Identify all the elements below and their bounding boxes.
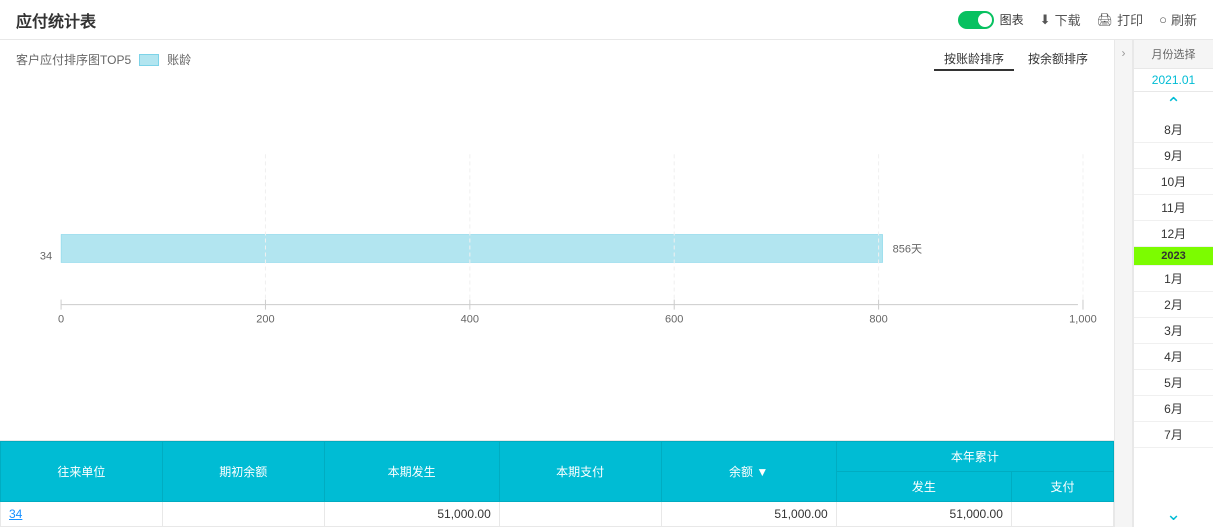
print-button[interactable]: 🖨 打印 <box>1097 10 1144 29</box>
svg-text:0: 0 <box>58 314 64 326</box>
chart-section: 客户应付排序图TOP5 账龄 按账龄排序 按余额排序 34 856天 <box>0 40 1114 527</box>
print-label: 打印 <box>1117 10 1143 29</box>
month-sidebar: 月份选择 ⌃ 8月 9月 10月 11月 12月 2023 1月 2月 3月 4… <box>1133 40 1213 527</box>
scroll-down-button[interactable]: ⌄ <box>1134 502 1213 527</box>
td-current-payment <box>499 502 661 527</box>
table-section: 往来单位 期初余额 本期发生 本期支付 余额 ▼ 本年累计 发生 支付 <box>0 440 1114 527</box>
sort-by-balance-button[interactable]: 按账龄排序 <box>934 48 1014 71</box>
month-item-10[interactable]: 10月 <box>1134 169 1213 195</box>
month-item-11[interactable]: 11月 <box>1134 195 1213 221</box>
td-current-occurrence: 51,000.00 <box>324 502 499 527</box>
legend-box-label: 账龄 <box>167 51 191 68</box>
download-button[interactable]: ⬇ 下载 <box>1040 10 1081 29</box>
table-row: 34 51,000.00 51,000.00 51,000.00 <box>1 502 1114 527</box>
chart-toggle[interactable]: 图表 <box>958 11 1024 29</box>
bar-chart: 34 856天 0 200 400 600 <box>16 87 1098 432</box>
scroll-up-button[interactable]: ⌃ <box>1134 92 1213 117</box>
month-item-4[interactable]: 4月 <box>1134 344 1213 370</box>
svg-text:800: 800 <box>869 314 887 326</box>
td-vendor: 34 <box>1 502 163 527</box>
th-current-occurrence: 本期发生 <box>324 442 499 502</box>
th-ytd-occurrence: 发生 <box>836 472 1011 502</box>
td-ytd-occurrence: 51,000.00 <box>836 502 1011 527</box>
month-item-6[interactable]: 6月 <box>1134 396 1213 422</box>
page-title: 应付统计表 <box>16 8 96 32</box>
refresh-label: 刷新 <box>1171 10 1197 29</box>
month-list: 8月 9月 10月 11月 12月 2023 1月 2月 3月 4月 5月 6月… <box>1134 117 1213 502</box>
refresh-button[interactable]: ○ 刷新 <box>1159 10 1197 29</box>
data-table: 往来单位 期初余额 本期发生 本期支付 余额 ▼ 本年累计 发生 支付 <box>0 441 1114 527</box>
download-label: 下载 <box>1055 10 1081 29</box>
print-icon: 🖨 <box>1097 12 1114 28</box>
legend-title: 客户应付排序图TOP5 <box>16 51 131 68</box>
svg-text:34: 34 <box>40 251 52 263</box>
vendor-link[interactable]: 34 <box>9 507 22 521</box>
svg-text:856天: 856天 <box>893 243 922 255</box>
svg-text:200: 200 <box>256 314 274 326</box>
chart-header: 客户应付排序图TOP5 账龄 按账龄排序 按余额排序 <box>0 40 1114 79</box>
svg-text:1,000: 1,000 <box>1069 314 1097 326</box>
toggle-track[interactable] <box>958 11 994 29</box>
arrow-right-icon: › <box>1122 46 1126 60</box>
month-item-3[interactable]: 3月 <box>1134 318 1213 344</box>
chart-legend: 客户应付排序图TOP5 账龄 <box>16 51 191 68</box>
toggle-knob <box>978 13 992 27</box>
chart-area: 34 856天 0 200 400 600 <box>0 79 1114 440</box>
th-opening-balance: 期初余额 <box>162 442 324 502</box>
month-item-9[interactable]: 9月 <box>1134 143 1213 169</box>
year-marker-2023[interactable]: 2023 <box>1134 247 1213 266</box>
table-header-row-1: 往来单位 期初余额 本期发生 本期支付 余额 ▼ 本年累计 <box>1 442 1114 472</box>
month-item-8[interactable]: 8月 <box>1134 117 1213 143</box>
month-item-12[interactable]: 12月 <box>1134 221 1213 247</box>
td-balance: 51,000.00 <box>661 502 836 527</box>
sidebar-collapse-arrow[interactable]: › <box>1115 40 1133 527</box>
month-item-5[interactable]: 5月 <box>1134 370 1213 396</box>
download-icon: ⬇ <box>1040 12 1051 28</box>
main-content: 客户应付排序图TOP5 账龄 按账龄排序 按余额排序 34 856天 <box>0 40 1213 527</box>
sidebar-title: 月份选择 <box>1134 40 1213 69</box>
svg-text:400: 400 <box>461 314 479 326</box>
refresh-icon: ○ <box>1159 12 1167 27</box>
year-input[interactable] <box>1134 69 1213 92</box>
th-ytd: 本年累计 <box>836 442 1113 472</box>
header-actions: 图表 ⬇ 下载 🖨 打印 ○ 刷新 <box>958 10 1197 29</box>
svg-text:600: 600 <box>665 314 683 326</box>
td-opening-balance <box>162 502 324 527</box>
th-current-payment: 本期支付 <box>499 442 661 502</box>
month-item-2[interactable]: 2月 <box>1134 292 1213 318</box>
month-item-7[interactable]: 7月 <box>1134 422 1213 448</box>
chart-sort-buttons: 按账龄排序 按余额排序 <box>934 48 1098 71</box>
legend-box <box>139 54 159 66</box>
th-vendor: 往来单位 <box>1 442 163 502</box>
th-balance: 余额 ▼ <box>661 442 836 502</box>
sort-by-amount-button[interactable]: 按余额排序 <box>1018 48 1098 71</box>
th-ytd-payment: 支付 <box>1011 472 1113 502</box>
td-ytd-payment <box>1011 502 1113 527</box>
month-item-1[interactable]: 1月 <box>1134 266 1213 292</box>
header: 应付统计表 图表 ⬇ 下载 🖨 打印 ○ 刷新 <box>0 0 1213 40</box>
chart-toggle-label: 图表 <box>1000 11 1024 28</box>
